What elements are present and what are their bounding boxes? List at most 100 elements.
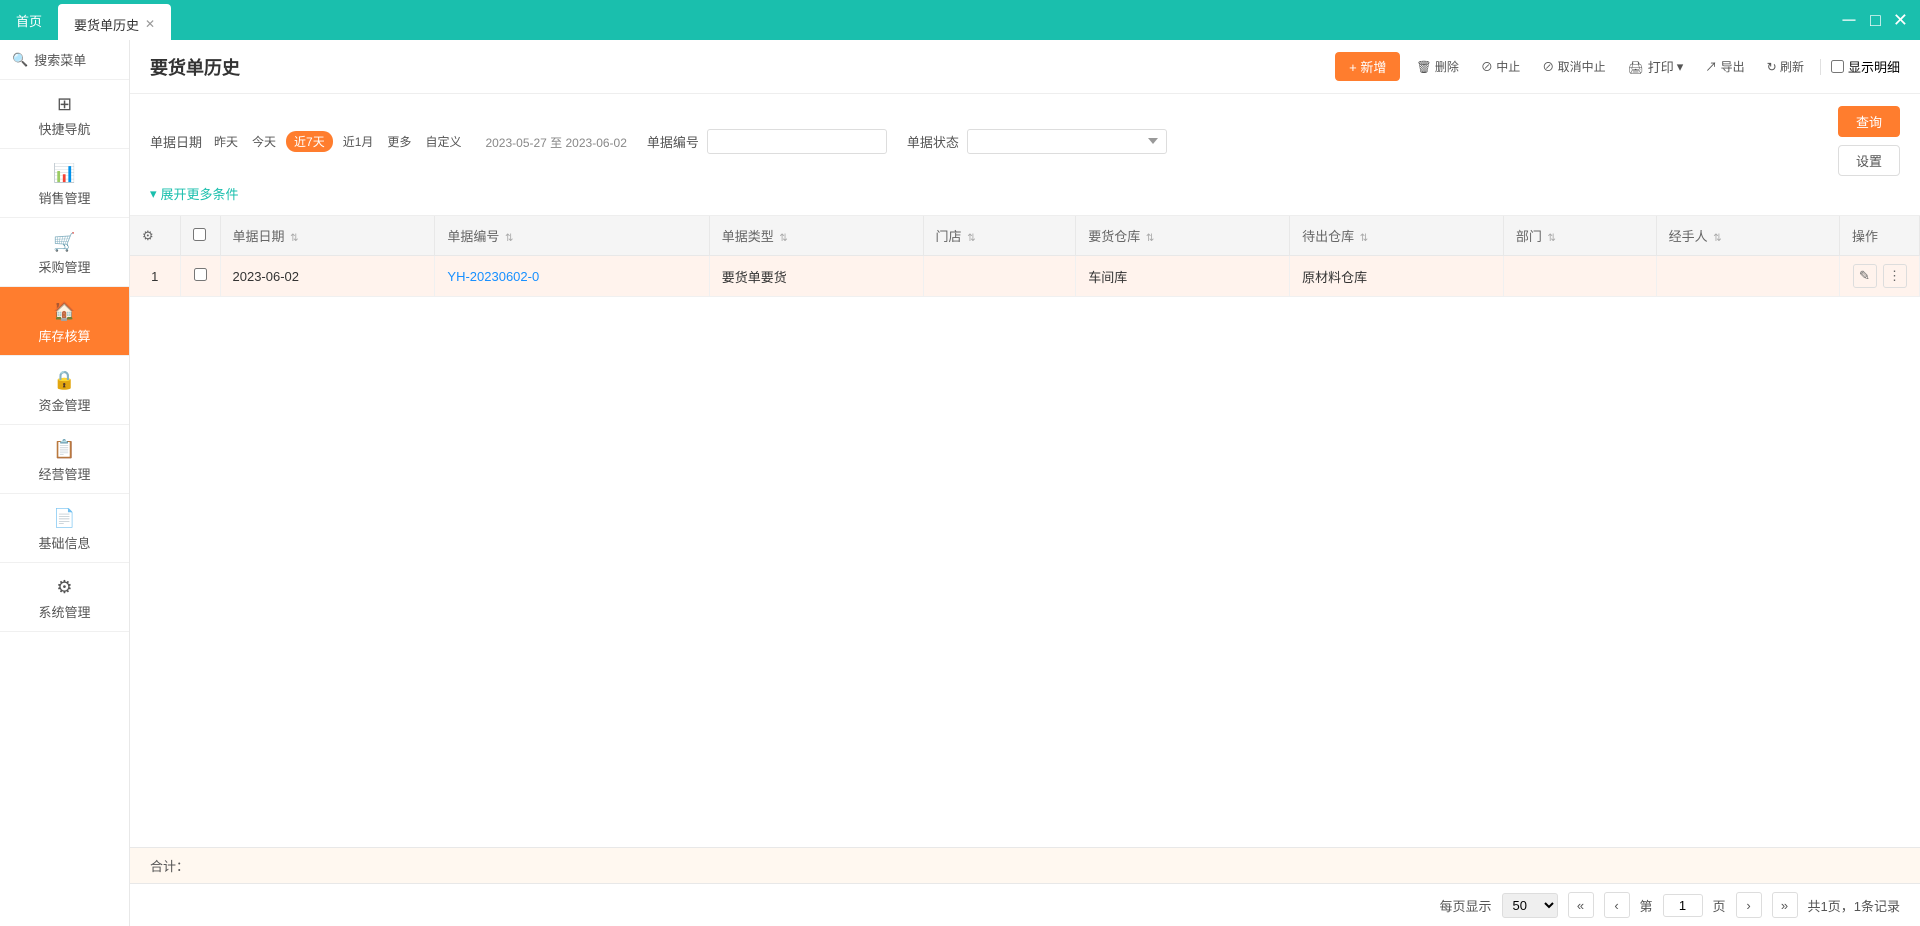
search-icon: 🔍	[12, 52, 28, 68]
export-button[interactable]: ↗ 导出	[1699, 54, 1750, 79]
sidebar-item-label: 基础信息	[38, 533, 90, 552]
cell-checkbox[interactable]	[180, 256, 220, 297]
new-button[interactable]: + 新增	[1335, 52, 1400, 81]
doc-number-input[interactable]	[707, 129, 887, 154]
print-button[interactable]: 🖨 打印 ▾	[1622, 53, 1690, 80]
date-shortcuts: 昨天 今天 近7天 近1月 更多 自定义	[210, 131, 465, 152]
per-page-select[interactable]: 10 20 50 100	[1502, 893, 1558, 918]
refresh-button[interactable]: ↻ 刷新	[1761, 54, 1810, 79]
quick-nav-icon: ⊞	[57, 94, 72, 115]
page-header: 要货单历史 + 新增 🗑 删除 ⊘ 中止 ⊘ 取消中止 🖨 打印 ▾ ↗ 导出 …	[130, 40, 1920, 94]
col-header-store[interactable]: 门店 ⇅	[923, 216, 1076, 256]
cell-department	[1503, 256, 1656, 297]
doc-number-filter: 单据编号	[647, 129, 887, 154]
first-page-button[interactable]: «	[1568, 892, 1594, 918]
shortcut-7days[interactable]: 近7天	[286, 131, 333, 152]
col-header-doc-type[interactable]: 单据类型 ⇅	[709, 216, 923, 256]
pagination-bar: 每页显示 10 20 50 100 « ‹ 第 页 › » 共1页，1条记录	[130, 883, 1920, 926]
sort-icon-store: ⇅	[967, 233, 975, 244]
sort-icon-doc-type: ⇅	[779, 233, 787, 244]
shortcut-yesterday[interactable]: 昨天	[210, 131, 242, 152]
col-header-req-warehouse[interactable]: 要货仓库 ⇅	[1076, 216, 1290, 256]
page-title: 要货单历史	[150, 54, 240, 92]
print-label: 🖨 打印	[1628, 57, 1674, 76]
cell-handler	[1656, 256, 1839, 297]
shortcut-today[interactable]: 今天	[248, 131, 280, 152]
doc-status-label: 单据状态	[907, 132, 959, 151]
expand-more-icon: ▾	[150, 186, 157, 202]
shortcut-1month[interactable]: 近1月	[339, 131, 378, 152]
edit-icon[interactable]: ✎	[1853, 264, 1877, 288]
display-detail-checkbox[interactable]: 显示明细	[1831, 57, 1900, 76]
doc-number-link[interactable]: YH-20230602-0	[447, 269, 539, 284]
cell-doc-type: 要货单要货	[709, 256, 923, 297]
shortcut-more[interactable]: 更多	[383, 131, 415, 152]
sidebar-item-sales[interactable]: 📊 销售管理	[0, 149, 129, 218]
cell-doc-date: 2023-06-02	[220, 256, 435, 297]
sidebar-item-label: 销售管理	[38, 188, 90, 207]
sort-icon-req-warehouse: ⇅	[1146, 233, 1154, 244]
sidebar-item-inventory[interactable]: 🏠 库存核算	[0, 287, 129, 356]
next-page-button[interactable]: ›	[1736, 892, 1762, 918]
base-info-icon: 📄	[53, 508, 75, 529]
settings-button[interactable]: 设置	[1838, 145, 1900, 176]
display-detail-label: 显示明细	[1848, 57, 1900, 76]
inventory-icon: 🏠	[53, 301, 75, 322]
tab-home[interactable]: 首页	[0, 0, 58, 40]
col-header-doc-date[interactable]: 单据日期 ⇅	[220, 216, 435, 256]
sidebar-item-system[interactable]: ⚙ 系统管理	[0, 563, 129, 632]
prev-page-button[interactable]: ‹	[1604, 892, 1630, 918]
row-checkbox[interactable]	[194, 268, 207, 281]
doc-status-filter: 单据状态	[907, 129, 1167, 154]
window-maximize-icon[interactable]: □	[1870, 10, 1881, 31]
stop-button[interactable]: ⊘ 中止	[1475, 54, 1526, 79]
table-header-row: ⚙ 单据日期 ⇅ 单据编号 ⇅ 单据类型	[130, 216, 1920, 256]
sidebar-item-label: 库存核算	[38, 326, 90, 345]
last-page-button[interactable]: »	[1772, 892, 1798, 918]
col-header-action: 操作	[1840, 216, 1920, 256]
tab-list: 首页 要货单历史 ✕	[0, 0, 171, 40]
tab-requisition-label: 要货单历史	[74, 15, 139, 34]
chevron-down-icon: ▾	[1677, 59, 1684, 75]
summary-label: 合计：	[150, 856, 189, 875]
window-minimize-icon[interactable]: －	[1840, 7, 1858, 33]
col-header-pending-warehouse[interactable]: 待出仓库 ⇅	[1290, 216, 1504, 256]
sidebar-item-purchase[interactable]: 🛒 采购管理	[0, 218, 129, 287]
current-page-input[interactable]	[1663, 894, 1703, 917]
select-all-checkbox[interactable]	[193, 228, 206, 241]
expand-more[interactable]: ▾ 展开更多条件	[150, 184, 1900, 203]
delete-button[interactable]: 🗑 删除	[1410, 54, 1465, 79]
tab-close-icon[interactable]: ✕	[145, 17, 155, 31]
sort-icon-doc-date: ⇅	[290, 233, 298, 244]
system-icon: ⚙	[56, 577, 72, 598]
more-icon[interactable]: ⋮	[1883, 264, 1907, 288]
purchase-icon: 🛒	[53, 232, 75, 253]
tab-requisition-history[interactable]: 要货单历史 ✕	[58, 4, 171, 44]
cell-pending-warehouse: 原材料仓库	[1290, 256, 1504, 297]
col-header-department[interactable]: 部门 ⇅	[1503, 216, 1656, 256]
display-detail-input[interactable]	[1831, 60, 1844, 73]
sidebar-item-base-info[interactable]: 📄 基础信息	[0, 494, 129, 563]
operations-icon: 📋	[53, 439, 75, 460]
sidebar-item-label: 经营管理	[38, 464, 90, 483]
sidebar-item-operations[interactable]: 📋 经营管理	[0, 425, 129, 494]
main-layout: 🔍 搜索菜单 ⊞ 快捷导航 📊 销售管理 🛒 采购管理 🏠 库存核算 🔒 资金管…	[0, 40, 1920, 926]
query-button[interactable]: 查询	[1838, 106, 1900, 137]
sort-icon-doc-number: ⇅	[505, 233, 513, 244]
sidebar-item-label: 资金管理	[38, 395, 90, 414]
col-header-checkbox[interactable]	[180, 216, 220, 256]
window-close-icon[interactable]: ✕	[1893, 10, 1908, 31]
shortcut-custom[interactable]: 自定义	[421, 131, 465, 152]
doc-status-select[interactable]	[967, 129, 1167, 154]
col-header-handler[interactable]: 经手人 ⇅	[1656, 216, 1839, 256]
cancel-stop-button[interactable]: ⊘ 取消中止	[1536, 54, 1611, 79]
sidebar-item-quick-nav[interactable]: ⊞ 快捷导航	[0, 80, 129, 149]
col-header-settings[interactable]: ⚙	[130, 216, 180, 256]
sidebar-search[interactable]: 🔍 搜索菜单	[0, 40, 129, 80]
sidebar-item-finance[interactable]: 🔒 资金管理	[0, 356, 129, 425]
tab-home-label: 首页	[16, 11, 42, 30]
date-filter-label: 单据日期	[150, 132, 202, 151]
cell-num: 1	[130, 256, 180, 297]
col-header-doc-number[interactable]: 单据编号 ⇅	[435, 216, 709, 256]
sales-icon: 📊	[53, 163, 75, 184]
